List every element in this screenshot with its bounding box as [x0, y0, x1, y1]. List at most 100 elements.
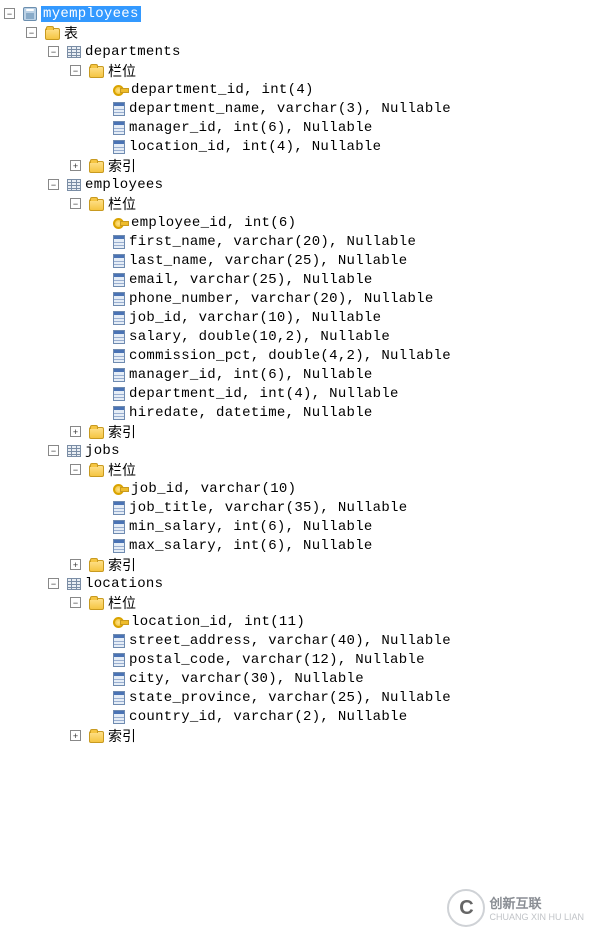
column-node[interactable]: department_name, varchar(3), Nullable [4, 99, 590, 118]
column-node[interactable]: email, varchar(25), Nullable [4, 270, 590, 289]
columns-label[interactable]: 栏位 [108, 460, 136, 480]
table-name-label[interactable]: jobs [85, 443, 120, 459]
table-name-label[interactable]: departments [85, 44, 181, 60]
db-node[interactable]: myemployees [4, 4, 590, 23]
column-label[interactable]: postal_code, varchar(12), Nullable [129, 652, 425, 668]
column-node[interactable]: last_name, varchar(25), Nullable [4, 251, 590, 270]
table-toggle[interactable] [48, 179, 59, 190]
table-icon [67, 46, 81, 58]
columns-label[interactable]: 栏位 [108, 61, 136, 81]
folder-icon [89, 161, 104, 173]
column-label[interactable]: salary, double(10,2), Nullable [129, 329, 390, 345]
column-label[interactable]: job_id, varchar(10), Nullable [129, 310, 381, 326]
column-icon [113, 672, 125, 686]
column-label[interactable]: department_id, int(4), Nullable [129, 386, 399, 402]
column-label[interactable]: commission_pct, double(4,2), Nullable [129, 348, 451, 364]
column-node[interactable]: country_id, varchar(2), Nullable [4, 707, 590, 726]
indexes-label[interactable]: 索引 [108, 422, 136, 442]
column-node[interactable]: postal_code, varchar(12), Nullable [4, 650, 590, 669]
column-node[interactable]: manager_id, int(6), Nullable [4, 118, 590, 137]
table-node[interactable]: employees [4, 175, 590, 194]
column-node[interactable]: commission_pct, double(4,2), Nullable [4, 346, 590, 365]
column-label[interactable]: manager_id, int(6), Nullable [129, 367, 373, 383]
column-node[interactable]: department_id, int(4) [4, 80, 590, 99]
column-label[interactable]: phone_number, varchar(20), Nullable [129, 291, 434, 307]
folder-icon [89, 598, 104, 610]
indexes-label[interactable]: 索引 [108, 726, 136, 746]
column-node[interactable]: phone_number, varchar(20), Nullable [4, 289, 590, 308]
column-label[interactable]: last_name, varchar(25), Nullable [129, 253, 407, 269]
column-label[interactable]: street_address, varchar(40), Nullable [129, 633, 451, 649]
table-name-label[interactable]: employees [85, 177, 163, 193]
folder-icon [89, 427, 104, 439]
column-icon [113, 311, 125, 325]
column-node[interactable]: min_salary, int(6), Nullable [4, 517, 590, 536]
columns-label[interactable]: 栏位 [108, 593, 136, 613]
column-label[interactable]: first_name, varchar(20), Nullable [129, 234, 416, 250]
column-label[interactable]: hiredate, datetime, Nullable [129, 405, 373, 421]
columns-toggle[interactable] [70, 464, 81, 475]
table-node[interactable]: locations [4, 574, 590, 593]
column-label[interactable]: state_province, varchar(25), Nullable [129, 690, 451, 706]
indexes-toggle[interactable] [70, 730, 81, 741]
indexes-folder[interactable]: 索引 [4, 726, 590, 745]
columns-toggle[interactable] [70, 198, 81, 209]
columns-folder[interactable]: 栏位 [4, 593, 590, 612]
column-node[interactable]: hiredate, datetime, Nullable [4, 403, 590, 422]
column-node[interactable]: salary, double(10,2), Nullable [4, 327, 590, 346]
indexes-toggle[interactable] [70, 559, 81, 570]
column-label[interactable]: location_id, int(4), Nullable [129, 139, 381, 155]
column-label[interactable]: job_title, varchar(35), Nullable [129, 500, 407, 516]
columns-toggle[interactable] [70, 65, 81, 76]
indexes-folder[interactable]: 索引 [4, 156, 590, 175]
tables-toggle[interactable] [26, 27, 37, 38]
column-label[interactable]: min_salary, int(6), Nullable [129, 519, 373, 535]
indexes-folder[interactable]: 索引 [4, 555, 590, 574]
column-label[interactable]: department_name, varchar(3), Nullable [129, 101, 451, 117]
indexes-toggle[interactable] [70, 426, 81, 437]
table-icon [67, 179, 81, 191]
column-icon [113, 653, 125, 667]
column-label[interactable]: max_salary, int(6), Nullable [129, 538, 373, 554]
column-node[interactable]: max_salary, int(6), Nullable [4, 536, 590, 555]
table-node[interactable]: jobs [4, 441, 590, 460]
tables-label[interactable]: 表 [64, 23, 78, 43]
db-toggle[interactable] [4, 8, 15, 19]
tables-folder[interactable]: 表 [4, 23, 590, 42]
indexes-label[interactable]: 索引 [108, 555, 136, 575]
column-label[interactable]: city, varchar(30), Nullable [129, 671, 364, 687]
indexes-label[interactable]: 索引 [108, 156, 136, 176]
columns-label[interactable]: 栏位 [108, 194, 136, 214]
table-node[interactable]: departments [4, 42, 590, 61]
column-node[interactable]: state_province, varchar(25), Nullable [4, 688, 590, 707]
columns-toggle[interactable] [70, 597, 81, 608]
table-name-label[interactable]: locations [85, 576, 163, 592]
column-label[interactable]: country_id, varchar(2), Nullable [129, 709, 407, 725]
column-node[interactable]: location_id, int(4), Nullable [4, 137, 590, 156]
column-label[interactable]: department_id, int(4) [131, 82, 314, 98]
indexes-toggle[interactable] [70, 160, 81, 171]
column-node[interactable]: employee_id, int(6) [4, 213, 590, 232]
column-node[interactable]: manager_id, int(6), Nullable [4, 365, 590, 384]
column-node[interactable]: job_title, varchar(35), Nullable [4, 498, 590, 517]
column-node[interactable]: location_id, int(11) [4, 612, 590, 631]
column-label[interactable]: location_id, int(11) [131, 614, 305, 630]
indexes-folder[interactable]: 索引 [4, 422, 590, 441]
column-label[interactable]: employee_id, int(6) [131, 215, 296, 231]
columns-folder[interactable]: 栏位 [4, 61, 590, 80]
column-label[interactable]: email, varchar(25), Nullable [129, 272, 373, 288]
column-node[interactable]: job_id, varchar(10) [4, 479, 590, 498]
columns-folder[interactable]: 栏位 [4, 460, 590, 479]
column-node[interactable]: first_name, varchar(20), Nullable [4, 232, 590, 251]
column-node[interactable]: department_id, int(4), Nullable [4, 384, 590, 403]
db-name-label[interactable]: myemployees [41, 6, 141, 22]
column-node[interactable]: street_address, varchar(40), Nullable [4, 631, 590, 650]
table-toggle[interactable] [48, 46, 59, 57]
column-node[interactable]: city, varchar(30), Nullable [4, 669, 590, 688]
table-toggle[interactable] [48, 578, 59, 589]
column-node[interactable]: job_id, varchar(10), Nullable [4, 308, 590, 327]
column-label[interactable]: job_id, varchar(10) [131, 481, 296, 497]
table-toggle[interactable] [48, 445, 59, 456]
column-label[interactable]: manager_id, int(6), Nullable [129, 120, 373, 136]
columns-folder[interactable]: 栏位 [4, 194, 590, 213]
